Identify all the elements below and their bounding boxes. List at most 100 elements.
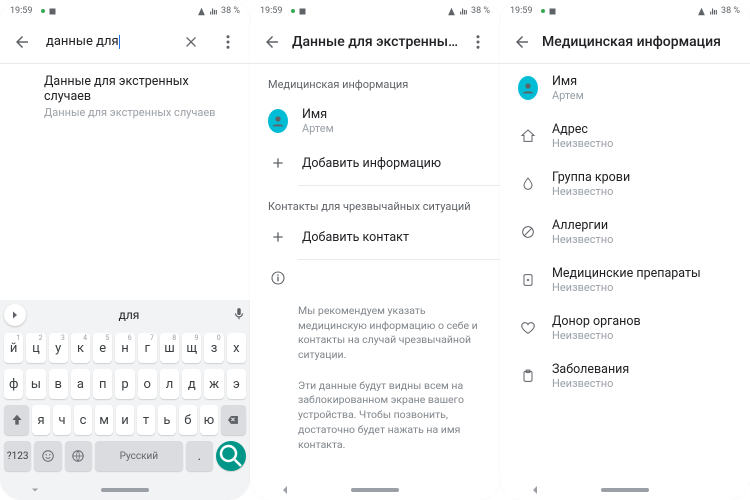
key[interactable]: ч [53,405,71,435]
voice-input[interactable] [232,306,246,325]
nav-home[interactable] [351,488,399,492]
key-row-3: я ч с м и т ь б ю [0,402,250,438]
space-key[interactable]: Русский [95,441,183,471]
back-button[interactable] [256,26,288,58]
phone-search: 19:59 38 % данные для Данные для экстрен… [0,0,250,500]
language-key[interactable] [65,441,92,471]
add-info-row[interactable]: Добавить информацию [250,145,500,181]
key[interactable]: х [227,333,246,363]
blood-icon [518,176,538,192]
status-bar: 19:59 38 % [250,0,500,20]
address-row[interactable]: АдресНеизвестно [500,112,750,160]
info-row [250,260,500,296]
content: Медицинская информация ИмяАртем Добавить… [250,64,500,478]
heart-icon [518,320,538,336]
key[interactable]: е5 [93,333,112,363]
key[interactable]: у3 [49,333,68,363]
note-2: Эти данные будут видны всем на заблокиро… [250,371,500,460]
key[interactable]: к4 [71,333,90,363]
toolbar: Данные для экстренных слу... [250,20,500,64]
search-input[interactable]: данные для [42,34,172,49]
search-results: Данные для экстренных случаев Данные для… [0,64,250,300]
clipboard-icon [518,368,538,384]
emoji-key[interactable] [34,441,61,471]
symbols-key[interactable]: ?123 [4,441,31,471]
search-toolbar: данные для [0,20,250,64]
add-contact-row[interactable]: Добавить контакт [250,219,500,255]
key[interactable]: п [93,369,112,399]
back-button[interactable] [506,26,538,58]
clear-button[interactable] [176,26,208,58]
key[interactable]: э [227,369,246,399]
key[interactable]: ю [200,405,218,435]
page-title: Медицинская информация [542,34,744,50]
blood-row[interactable]: Группа кровиНеизвестно [500,160,750,208]
nav-home[interactable] [601,488,649,492]
key-row-2: ф ы в а п р о л д ж э [0,366,250,402]
phone-medical: 19:59 38 % Медицинская информация ИмяАрт… [500,0,750,500]
plus-icon [268,155,288,171]
medication-row[interactable]: Медицинские препаратыНеизвестно [500,256,750,304]
note-1: Мы рекомендуем указать медицинскую инфор… [250,296,500,371]
name-value: Артем [302,122,334,135]
key-row-1: й1 ц2 у3 к4 е5 н6 г7 ш8 щ9 з0 х [0,330,250,366]
nav-down-icon[interactable] [29,484,41,496]
donor-row[interactable]: Донор органовНеизвестно [500,304,750,352]
avatar [268,109,288,133]
nav-back-icon[interactable] [529,484,541,496]
result-title: Данные для экстренных случаев [44,74,232,104]
diseases-row[interactable]: ЗаболеванияНеизвестно [500,352,750,400]
phone-emergency: 19:59 38 % Данные для экстренных слу... … [250,0,500,500]
expand-suggestions[interactable] [4,304,26,326]
keyboard: для й1 ц2 у3 к4 е5 н6 г7 ш8 щ9 з0 х ф ы … [0,300,250,478]
key[interactable]: ж [204,369,223,399]
key[interactable]: н6 [115,333,134,363]
key[interactable]: о [138,369,157,399]
nav-home[interactable] [101,488,149,492]
key[interactable]: г7 [138,333,157,363]
plus-icon [268,229,288,245]
key[interactable]: ы [26,369,45,399]
block-icon [518,224,538,240]
key[interactable]: щ9 [182,333,201,363]
backspace-key[interactable] [221,405,246,435]
back-button[interactable] [6,26,38,58]
key[interactable]: б [179,405,197,435]
key[interactable]: м [95,405,113,435]
key[interactable]: ф [4,369,23,399]
status-time: 19:59 [10,6,32,16]
name-row[interactable]: ИмяАртем [250,97,500,145]
suggestion-word[interactable]: для [26,308,232,322]
home-icon [518,128,538,144]
key[interactable]: д [182,369,201,399]
key[interactable]: ь [158,405,176,435]
key[interactable]: в [49,369,68,399]
shift-key[interactable] [4,405,29,435]
overflow-button[interactable] [212,26,244,58]
search-go-key[interactable] [216,441,246,471]
name-label: Имя [302,107,334,122]
name-row[interactable]: ИмяАртем [500,64,750,112]
key[interactable]: л [160,369,179,399]
nav-bar [500,478,750,500]
key[interactable]: ш8 [160,333,179,363]
section-contacts: Контакты для чрезвычайных ситуаций [250,186,500,219]
key[interactable]: и [116,405,134,435]
key[interactable]: с [74,405,92,435]
key[interactable]: ц2 [26,333,45,363]
period-key[interactable]: . [186,441,213,471]
key[interactable]: а [71,369,90,399]
key[interactable]: р [115,369,134,399]
status-bar: 19:59 38 % [0,0,250,20]
nav-back-icon[interactable] [279,484,291,496]
key[interactable]: т [137,405,155,435]
key[interactable]: з0 [204,333,223,363]
search-result[interactable]: Данные для экстренных случаев Данные для… [0,64,250,129]
key[interactable]: я [32,405,50,435]
nav-bar [250,478,500,500]
avatar [518,76,538,100]
key[interactable]: й1 [4,333,23,363]
overflow-button[interactable] [462,26,494,58]
key-row-4: ?123 Русский . [0,438,250,474]
allergy-row[interactable]: АллергииНеизвестно [500,208,750,256]
